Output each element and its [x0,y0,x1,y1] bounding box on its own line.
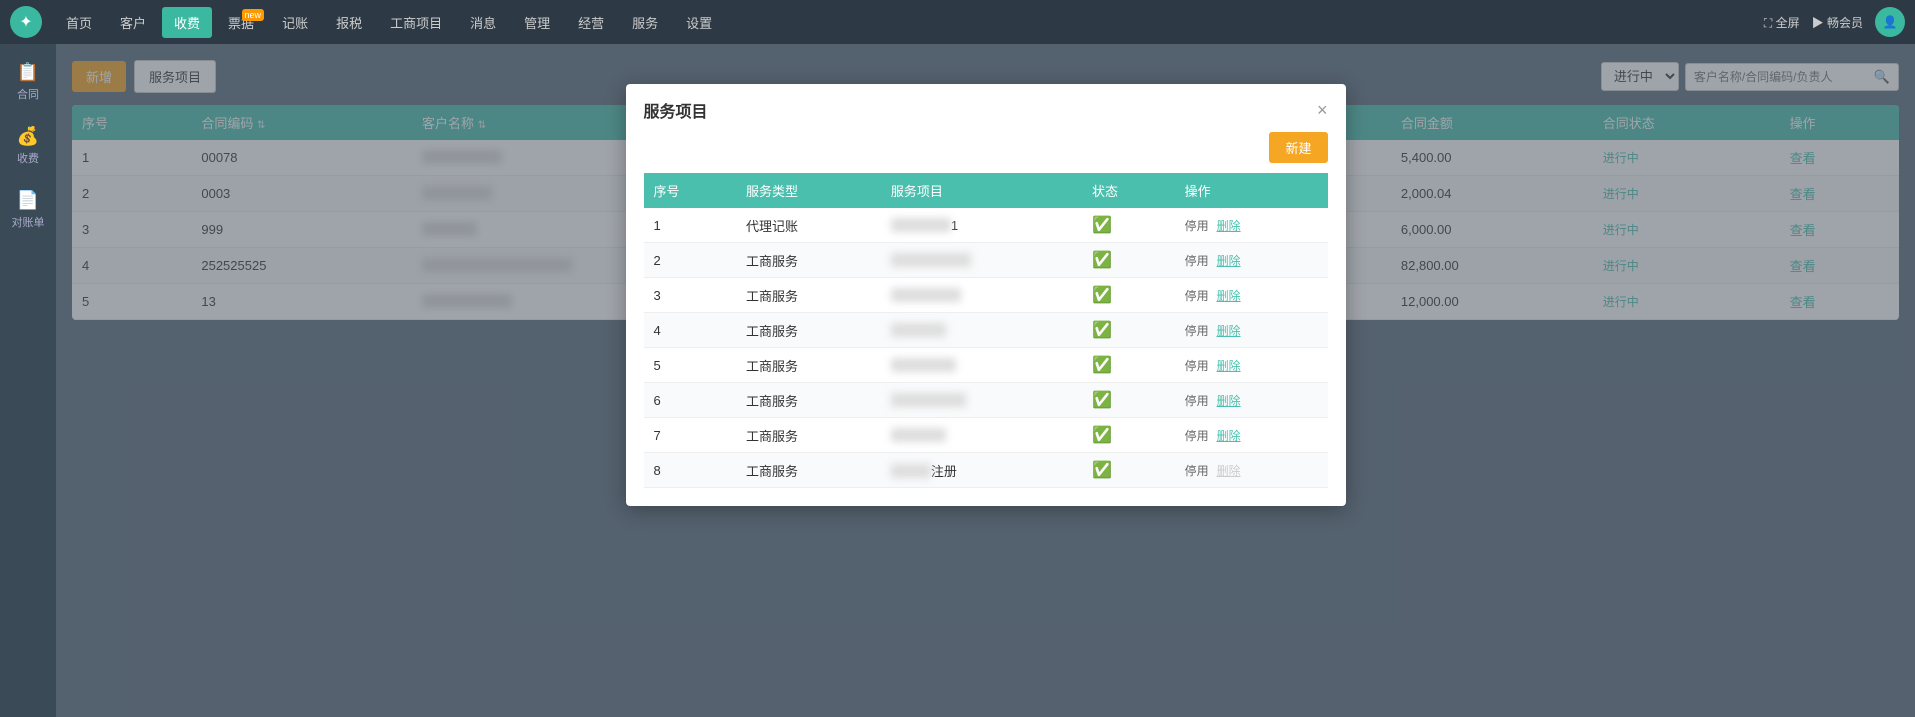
delete-button[interactable]: 删除 [1217,322,1241,339]
modal-col-action: 操作 [1175,173,1328,208]
modal-new-button[interactable]: 新建 [1269,132,1327,163]
delete-button[interactable]: 删除 [1217,462,1241,479]
modal-cell-status: ✅ [1082,208,1175,243]
stop-button[interactable]: 停用 [1185,252,1209,269]
modal-cell-action: 停用 删除 [1175,208,1328,243]
nav-settings[interactable]: 设置 [674,7,724,38]
delete-button[interactable]: 删除 [1217,217,1241,234]
table-row: 1 代理记账 1 ✅ 停用 删除 [644,208,1328,243]
sidebar: 📋 合同 💰 收费 📄 对账单 [0,44,56,717]
nav-right-area: ⛶ 全屏 ▶ 畅会员 👤 [1764,7,1905,37]
statement-icon: 📄 [17,190,39,211]
member-btn[interactable]: ▶ 畅会员 [1812,14,1863,31]
table-row: 4 工商服务 ✅ 停用删除 [644,313,1328,348]
modal-overlay: 服务项目 × 新建 序号 服务类型 服务项目 [56,44,1915,717]
sidebar-item-statement[interactable]: 📄 对账单 [4,182,52,238]
nav-manage[interactable]: 管理 [512,7,562,38]
stop-button[interactable]: 停用 [1185,357,1209,374]
service-items-table: 序号 服务类型 服务项目 状态 操作 1 代理记账 [644,173,1328,488]
stop-button[interactable]: 停用 [1185,287,1209,304]
nav-client[interactable]: 客户 [108,7,158,38]
nav-tax[interactable]: 报税 [324,7,374,38]
delete-button[interactable]: 删除 [1217,427,1241,444]
table-row: 8 工商服务 注册 ✅ 停用删除 [644,453,1328,488]
main-layout: 📋 合同 💰 收费 📄 对账单 新增 服务项目 进行中 已完成 全部 [0,44,1915,717]
nav-message[interactable]: 消息 [458,7,508,38]
fullscreen-btn[interactable]: ⛶ 全屏 [1764,14,1800,31]
table-row: 6 工商服务 ✅ 停用删除 [644,383,1328,418]
modal-cell-item: 1 [881,208,1082,243]
stop-button[interactable]: 停用 [1185,322,1209,339]
stop-button[interactable]: 停用 [1185,427,1209,444]
table-row: 2 工商服务 ✅ 停用删除 [644,243,1328,278]
nav-operation[interactable]: 经营 [566,7,616,38]
table-row: 3 工商服务 ✅ 停用删除 [644,278,1328,313]
modal-table-header: 序号 服务类型 服务项目 状态 操作 [644,173,1328,208]
modal-col-status: 状态 [1082,173,1175,208]
delete-button[interactable]: 删除 [1217,392,1241,409]
delete-button[interactable]: 删除 [1217,287,1241,304]
stop-button[interactable]: 停用 [1185,462,1209,479]
delete-button[interactable]: 删除 [1217,357,1241,374]
contract-icon: 📋 [17,62,39,83]
modal-col-seq: 序号 [644,173,737,208]
sidebar-item-billing[interactable]: 💰 收费 [4,118,52,174]
modal-col-item: 服务项目 [881,173,1082,208]
modal-col-type: 服务类型 [736,173,881,208]
nav-invoice[interactable]: 票据 new [216,7,266,38]
nav-commerce[interactable]: 工商项目 [378,7,454,38]
stop-button[interactable]: 停用 [1185,392,1209,409]
sidebar-item-contract[interactable]: 📋 合同 [4,54,52,110]
modal-toolbar: 新建 [644,132,1328,163]
nav-billing[interactable]: 收费 [162,7,212,38]
modal-title: 服务项目 [644,98,708,122]
service-items-modal: 服务项目 × 新建 序号 服务类型 服务项目 [626,84,1346,506]
app-logo: ✦ [10,6,42,38]
modal-close-button[interactable]: × [1317,101,1328,119]
top-navigation: ✦ 首页 客户 收费 票据 new 记账 报税 工商项目 消息 管理 经营 服务… [0,0,1915,44]
table-row: 7 工商服务 ✅ 停用删除 [644,418,1328,453]
nav-service[interactable]: 服务 [620,7,670,38]
modal-scroll-area[interactable]: 序号 服务类型 服务项目 状态 操作 1 代理记账 [644,173,1328,488]
modal-header: 服务项目 × [626,84,1346,132]
main-content: 新增 服务项目 进行中 已完成 全部 🔍 序号 合同编码 ⇅ [56,44,1915,717]
modal-cell-seq: 1 [644,208,737,243]
nav-bookkeeping[interactable]: 记账 [270,7,320,38]
table-row: 5 工商服务 ✅ 停用删除 [644,348,1328,383]
avatar[interactable]: 👤 [1875,7,1905,37]
modal-cell-type: 代理记账 [736,208,881,243]
delete-button[interactable]: 删除 [1217,252,1241,269]
stop-button[interactable]: 停用 [1185,217,1209,234]
billing-icon: 💰 [17,126,39,147]
nav-home[interactable]: 首页 [54,7,104,38]
new-badge: new [242,9,265,21]
modal-body: 新建 序号 服务类型 服务项目 状态 操作 [626,132,1346,506]
